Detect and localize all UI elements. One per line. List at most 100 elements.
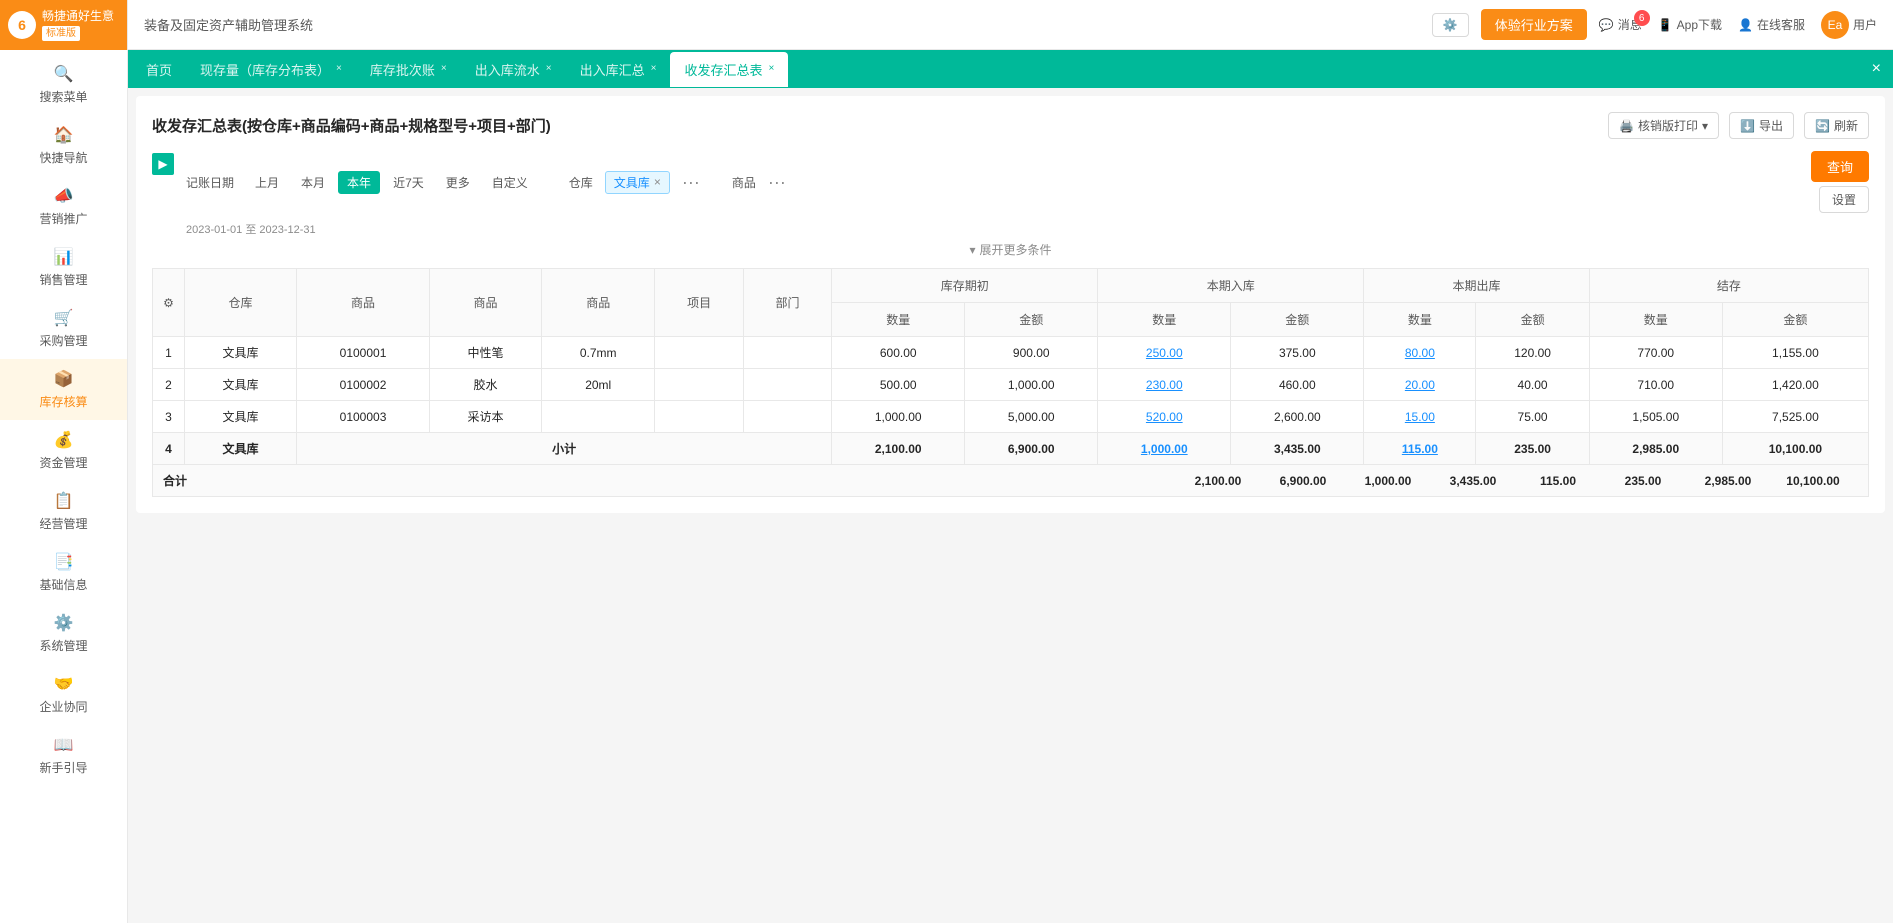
logo-icon: 6: [8, 11, 36, 39]
tab-close-io-flow[interactable]: ×: [546, 64, 552, 74]
date-btn-more[interactable]: 更多: [437, 171, 479, 194]
query-btn[interactable]: 查询: [1811, 151, 1869, 182]
row-closing-amount: 1,155.00: [1722, 337, 1868, 369]
row-in-qty[interactable]: 520.00: [1098, 401, 1231, 433]
filter-settings-btn[interactable]: 设置: [1819, 186, 1869, 213]
sidebar-item-system[interactable]: ⚙️ 系统管理: [0, 603, 127, 664]
footer-out-qty: 115.00: [1518, 474, 1598, 488]
system-name: 装备及固定资产辅助管理系统: [144, 15, 1420, 34]
row-out-qty[interactable]: 15.00: [1364, 401, 1476, 433]
row-spec: 0.7mm: [542, 337, 655, 369]
close-all-tabs-btn[interactable]: ×: [1864, 56, 1889, 82]
th-closing-group: 结存: [1589, 269, 1868, 303]
refresh-btn[interactable]: 🔄 刷新: [1804, 112, 1869, 139]
row-out-qty[interactable]: 80.00: [1364, 337, 1476, 369]
date-btn-7days[interactable]: 近7天: [384, 171, 433, 194]
sidebar-item-marketing[interactable]: 📣 营销推广: [0, 176, 127, 237]
th-opening-amount: 金额: [965, 303, 1098, 337]
home-icon: 🏠: [54, 125, 74, 145]
page-content: 收发存汇总表(按仓库+商品编码+商品+规格型号+项目+部门) 🖨️ 核销版打印 …: [128, 88, 1893, 923]
row-name: 采访本: [430, 401, 542, 433]
row-in-amount: 460.00: [1231, 369, 1364, 401]
subtotal-warehouse: 文具库: [185, 433, 297, 465]
subtotal-in-qty[interactable]: 1,000.00: [1098, 433, 1231, 465]
row-spec: [542, 401, 655, 433]
tab-close-io-summary[interactable]: ×: [651, 64, 657, 74]
row-project: [655, 337, 743, 369]
date-btn-last-month[interactable]: 上月: [246, 171, 288, 194]
tab-close-receivable-summary[interactable]: ×: [768, 64, 774, 74]
warehouse-tag-close[interactable]: ×: [654, 175, 661, 189]
filter-toggle-btn[interactable]: ▶: [152, 153, 174, 175]
row-out-amount: 120.00: [1476, 337, 1589, 369]
expand-more-btn[interactable]: ▾ 展开更多条件: [969, 241, 1051, 258]
row-project: [655, 401, 743, 433]
app-icon: 📱: [1658, 18, 1673, 32]
tab-receivable-summary[interactable]: 收发存汇总表 ×: [670, 52, 788, 87]
row-dept: [743, 401, 831, 433]
row-dept: [743, 369, 831, 401]
date-btn-custom[interactable]: 自定义: [483, 171, 537, 194]
footer-opening-qty: 2,100.00: [1178, 474, 1258, 488]
row-opening-qty: 500.00: [832, 369, 965, 401]
th-in-group: 本期入库: [1098, 269, 1364, 303]
goods-more-btn[interactable]: ···: [768, 172, 786, 193]
inventory-icon: 📦: [54, 369, 74, 389]
sidebar-item-basic[interactable]: 📑 基础信息: [0, 542, 127, 603]
export-btn[interactable]: ⬇️ 导出: [1729, 112, 1794, 139]
th-closing-qty: 数量: [1589, 303, 1722, 337]
sidebar-item-purchase[interactable]: 🛒 采购管理: [0, 298, 127, 359]
sidebar-item-finance[interactable]: 💰 资金管理: [0, 420, 127, 481]
warehouse-more-btn[interactable]: ···: [682, 172, 700, 193]
sidebar-item-quick-nav[interactable]: 🏠 快捷导航: [0, 115, 127, 176]
row-out-amount: 75.00: [1476, 401, 1589, 433]
row-in-amount: 375.00: [1231, 337, 1364, 369]
print-btn[interactable]: 🖨️ 核销版打印 ▾: [1608, 112, 1719, 139]
data-table: ⚙ 仓库 商品 商品 商品 项目 部门 库存期初 本期入库 本期出库 结存 数量: [152, 268, 1869, 465]
sidebar-item-search[interactable]: 🔍 搜索菜单: [0, 54, 127, 115]
sidebar-item-sales[interactable]: 📊 销售管理: [0, 237, 127, 298]
purchase-icon: 🛒: [54, 308, 74, 328]
row-project: [655, 369, 743, 401]
row-in-amount: 2,600.00: [1231, 401, 1364, 433]
subtotal-closing-qty: 2,985.00: [1589, 433, 1722, 465]
trial-btn[interactable]: 体验行业方案: [1481, 9, 1587, 40]
date-btn-this-month[interactable]: 本月: [292, 171, 334, 194]
th-in-amount: 金额: [1231, 303, 1364, 337]
sidebar-item-operations[interactable]: 📋 经营管理: [0, 481, 127, 542]
tab-inventory-dist[interactable]: 现存量（库存分布表） ×: [186, 52, 356, 87]
main-content: 装备及固定资产辅助管理系统 ⚙️ 体验行业方案 💬 消息 6 📱 App下载 👤…: [128, 0, 1893, 923]
sidebar-item-enterprise[interactable]: 🤝 企业协同: [0, 664, 127, 725]
date-btn-this-year[interactable]: 本年: [338, 171, 380, 194]
row-seq: 3: [153, 401, 185, 433]
chevron-down-icon: ▾: [1702, 119, 1708, 133]
online-service-btn[interactable]: 👤 在线客服: [1738, 16, 1805, 33]
tab-io-summary[interactable]: 出入库汇总 ×: [566, 52, 671, 87]
row-code: 0100002: [297, 369, 430, 401]
row-seq: 1: [153, 337, 185, 369]
row-warehouse: 文具库: [185, 369, 297, 401]
tab-home[interactable]: 首页: [132, 52, 186, 87]
tab-close-inventory-dist[interactable]: ×: [336, 64, 342, 74]
row-opening-amount: 900.00: [965, 337, 1098, 369]
table-row: 2 文具库 0100002 胶水 20ml 500.00 1,000.00 23…: [153, 369, 1869, 401]
th-name: 商品: [430, 269, 542, 337]
system-select[interactable]: ⚙️: [1432, 13, 1469, 37]
subtotal-out-amount: 235.00: [1476, 433, 1589, 465]
tab-batch-account[interactable]: 库存批次账 ×: [356, 52, 461, 87]
message-btn[interactable]: 💬 消息 6: [1599, 16, 1642, 33]
tab-bar: 首页 现存量（库存分布表） × 库存批次账 × 出入库流水 × 出入库汇总 × …: [128, 50, 1893, 88]
sidebar-item-guide[interactable]: 📖 新手引导: [0, 725, 127, 786]
row-out-qty[interactable]: 20.00: [1364, 369, 1476, 401]
row-in-qty[interactable]: 230.00: [1098, 369, 1231, 401]
subtotal-out-qty[interactable]: 115.00: [1364, 433, 1476, 465]
app-download-btn[interactable]: 📱 App下载: [1658, 16, 1722, 33]
sidebar-item-inventory[interactable]: 📦 库存核算: [0, 359, 127, 420]
row-code: 0100001: [297, 337, 430, 369]
tab-io-flow[interactable]: 出入库流水 ×: [461, 52, 566, 87]
chevron-down-icon: ▾: [969, 243, 975, 257]
tab-close-batch-account[interactable]: ×: [441, 64, 447, 74]
row-in-qty[interactable]: 250.00: [1098, 337, 1231, 369]
user-menu[interactable]: Ea 用户: [1821, 11, 1877, 39]
footer-label: 合计: [163, 472, 413, 489]
